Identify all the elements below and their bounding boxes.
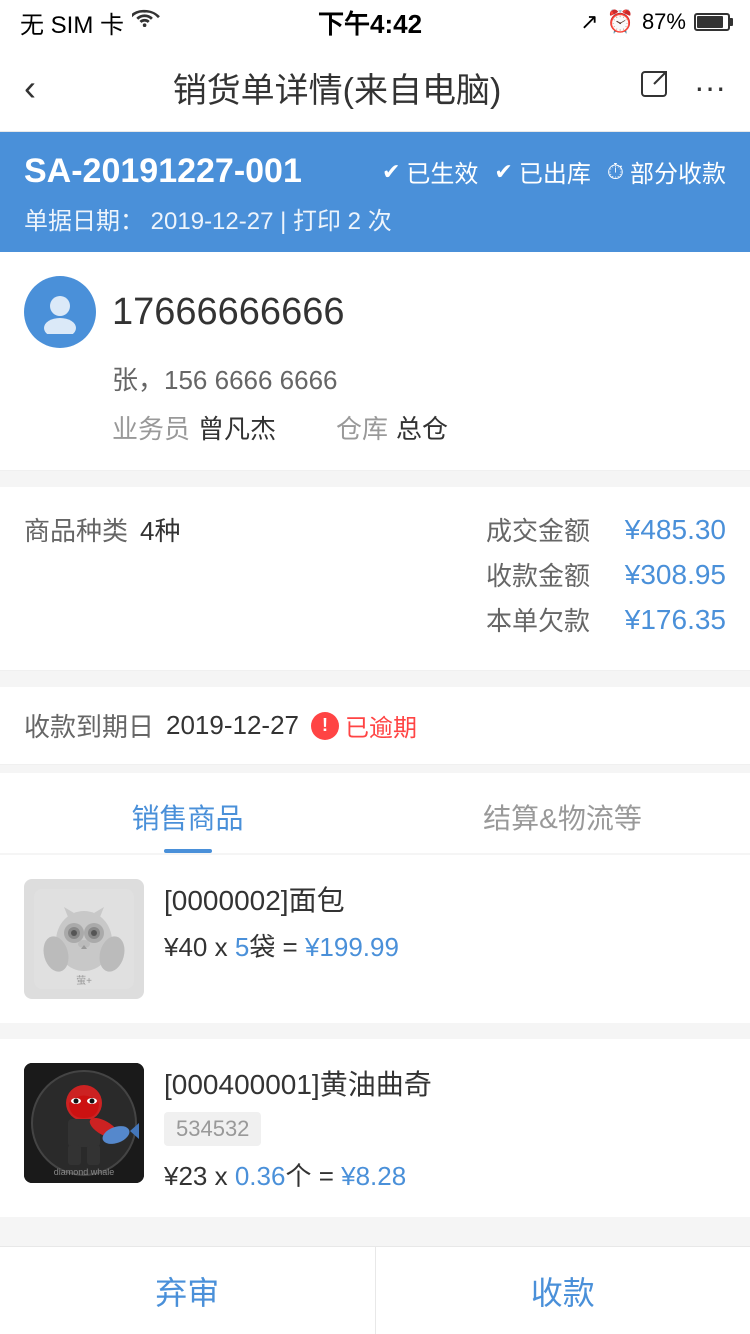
warehouse-value: 总仓 xyxy=(396,409,448,446)
salesman-info: 业务员 曾凡杰 xyxy=(112,409,276,446)
check-icon-2: ✔ xyxy=(494,159,512,185)
summary-row: 商品种类 4种 成交金额 ¥485.30 收款金额 ¥308.95 本单欠款 ¥… xyxy=(24,511,726,646)
tabs-section: 销售商品 结算&物流等 xyxy=(0,765,750,1217)
status-tags: ✔ 已生效 ✔ 已出库 ⏱ 部分收款 xyxy=(382,154,726,189)
abandon-button[interactable]: 弃审 xyxy=(0,1247,376,1334)
warehouse-label: 仓库 xyxy=(336,409,388,446)
product-name-1: [0000002]面包 xyxy=(164,879,726,919)
due-label: 收款到期日 xyxy=(24,707,154,744)
customer-info: 业务员 曾凡杰 仓库 总仓 xyxy=(112,409,726,446)
deal-amount-value: ¥485.30 xyxy=(606,514,726,546)
debt-amount-row: 本单欠款 ¥176.35 xyxy=(486,601,726,638)
collect-amount-label: 收款金额 xyxy=(486,556,590,593)
carrier-text: 无 SIM 卡 xyxy=(20,5,124,40)
nav-actions: ··· xyxy=(638,68,726,108)
product-info-1: [0000002]面包 ¥40 x 5袋 = ¥199.99 xyxy=(164,879,726,964)
status-bar: 无 SIM 卡 下午4:42 ↗ ⏰ 87% xyxy=(0,0,750,44)
back-button[interactable]: ‹ xyxy=(24,67,36,109)
summary-section: 商品种类 4种 成交金额 ¥485.30 收款金额 ¥308.95 本单欠款 ¥… xyxy=(0,487,750,671)
tabs-bar: 销售商品 结算&物流等 xyxy=(0,773,750,853)
product-sku-2: 534532 xyxy=(164,1112,261,1146)
list-item: diamond whale [000400001]黄油曲奇 534532 ¥23… xyxy=(0,1039,750,1217)
order-header: SA-20191227-001 ✔ 已生效 ✔ 已出库 ⏱ 部分收款 单据日期：… xyxy=(0,132,750,252)
status-effective: ✔ 已生效 xyxy=(382,154,478,189)
salesman-label: 业务员 xyxy=(112,409,190,446)
overdue-text: 已逾期 xyxy=(345,708,417,743)
svg-text:萤+: 萤+ xyxy=(76,975,92,987)
order-id: SA-20191227-001 xyxy=(24,152,302,191)
status-partial: ⏱ 部分收款 xyxy=(607,154,726,189)
deal-amount-row: 成交金额 ¥485.30 xyxy=(486,511,726,548)
product-type-item: 商品种类 4种 xyxy=(24,511,180,548)
bottom-bar: 弃审 收款 xyxy=(0,1246,750,1334)
check-icon-1: ✔ xyxy=(382,159,400,185)
overdue-icon: ! xyxy=(311,712,339,740)
avatar xyxy=(24,276,96,348)
wifi-icon xyxy=(132,8,160,36)
due-date-value: 2019-12-27 xyxy=(166,710,299,741)
clock-icon: ⏱ xyxy=(607,159,624,185)
product-price-2: ¥23 x 0.36个 = ¥8.28 xyxy=(164,1156,726,1193)
nav-bar: ‹ 销货单详情(来自电脑) ··· xyxy=(0,44,750,132)
status-left: 无 SIM 卡 xyxy=(20,5,160,40)
list-item: 萤+ [0000002]面包 ¥40 x 5袋 = ¥199.99 xyxy=(0,855,750,1023)
overdue-badge: ! 已逾期 xyxy=(311,708,417,743)
customer-phone: 17666666666 xyxy=(112,291,344,334)
product-type-label: 商品种类 xyxy=(24,511,128,548)
product-thumbnail-2: diamond whale xyxy=(24,1063,144,1183)
product-price-1: ¥40 x 5袋 = ¥199.99 xyxy=(164,927,726,964)
status-right: ↗ ⏰ 87% xyxy=(580,9,730,35)
customer-name: 张，156 6666 6666 xyxy=(112,360,726,397)
product-type-value: 4种 xyxy=(140,511,180,548)
status-time: 下午4:42 xyxy=(318,4,422,41)
product-list: 萤+ [0000002]面包 ¥40 x 5袋 = ¥199.99 xyxy=(0,855,750,1217)
share-icon[interactable] xyxy=(638,68,670,108)
more-icon[interactable]: ··· xyxy=(694,69,726,106)
tab-settlement[interactable]: 结算&物流等 xyxy=(375,773,750,853)
deal-amount-label: 成交金额 xyxy=(486,511,590,548)
summary-right: 成交金额 ¥485.30 收款金额 ¥308.95 本单欠款 ¥176.35 xyxy=(486,511,726,646)
salesman-value: 曾凡杰 xyxy=(198,409,276,446)
alarm-icon: ⏰ xyxy=(607,9,634,35)
page-title: 销货单详情(来自电脑) xyxy=(173,63,502,112)
customer-top: 17666666666 xyxy=(24,276,726,348)
battery-bar xyxy=(694,13,730,31)
order-date: 单据日期： 2019-12-27 | 打印 2 次 xyxy=(24,201,726,236)
product-thumbnail-1: 萤+ xyxy=(24,879,144,999)
summary-left: 商品种类 4种 xyxy=(24,511,180,548)
tab-products[interactable]: 销售商品 xyxy=(0,773,375,853)
debt-amount-value: ¥176.35 xyxy=(606,604,726,636)
status-shipped: ✔ 已出库 xyxy=(494,154,590,189)
warehouse-info: 仓库 总仓 xyxy=(336,409,448,446)
collect-amount-value: ¥308.95 xyxy=(606,559,726,591)
debt-amount-label: 本单欠款 xyxy=(486,601,590,638)
due-section: 收款到期日 2019-12-27 ! 已逾期 xyxy=(0,687,750,765)
collect-button[interactable]: 收款 xyxy=(376,1247,750,1334)
product-info-2: [000400001]黄油曲奇 534532 ¥23 x 0.36个 = ¥8.… xyxy=(164,1063,726,1193)
battery-percent: 87% xyxy=(642,9,686,35)
customer-section: 17666666666 张，156 6666 6666 业务员 曾凡杰 仓库 总… xyxy=(0,252,750,471)
collect-amount-row: 收款金额 ¥308.95 xyxy=(486,556,726,593)
product-name-2: [000400001]黄油曲奇 xyxy=(164,1063,726,1103)
location-icon: ↗ xyxy=(580,9,598,35)
svg-text:diamond whale: diamond whale xyxy=(54,1167,115,1177)
